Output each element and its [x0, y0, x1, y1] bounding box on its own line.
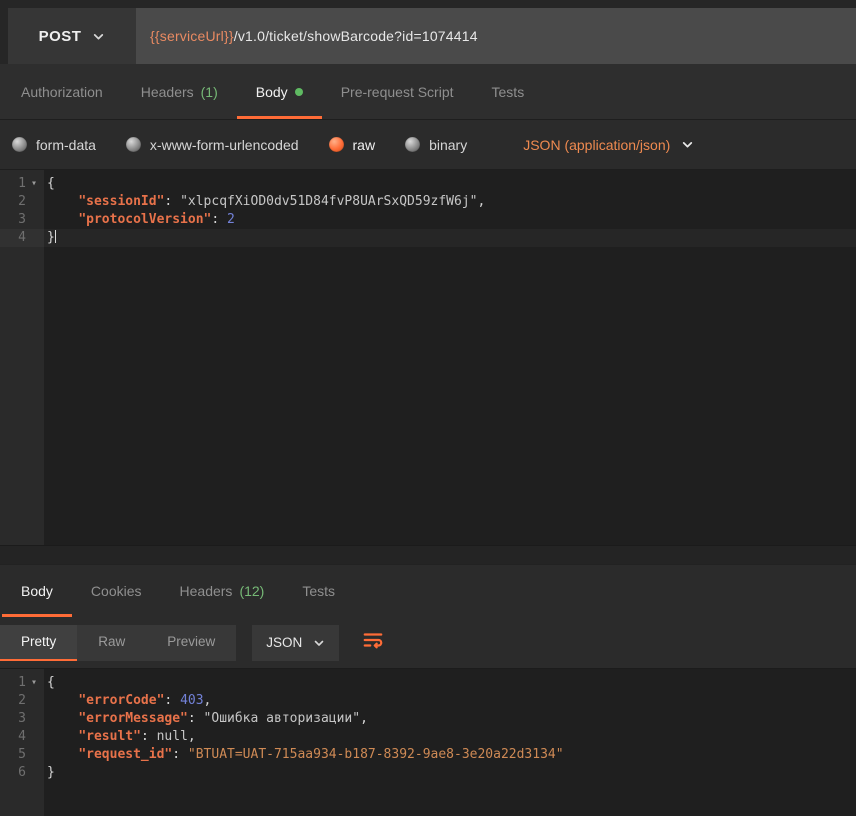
tab-label: Tests: [302, 583, 336, 599]
response-headers-count: (12): [239, 583, 265, 599]
response-tabs: Body Cookies Headers (12) Tests: [0, 565, 856, 617]
url-variable: {{serviceUrl}}: [150, 28, 234, 44]
tab-label: Cookies: [90, 583, 142, 599]
code-line: 1 ▾{: [0, 175, 856, 193]
body-mode-bar: form-data x-www-form-urlencoded raw bina…: [0, 120, 856, 170]
response-tab-body[interactable]: Body: [2, 565, 72, 617]
code-line: 6}: [0, 764, 856, 782]
tab-label: Body: [255, 83, 288, 100]
headers-count: (1): [200, 83, 218, 100]
mode-raw[interactable]: raw: [328, 136, 376, 153]
tab-tests[interactable]: Tests: [473, 64, 544, 119]
fold-arrow-icon[interactable]: ▾: [26, 674, 42, 692]
line-number: 6: [18, 765, 26, 780]
line-number: 1: [18, 675, 26, 690]
content-type-label: JSON (application/json): [523, 136, 671, 153]
line-number: 2: [18, 194, 26, 209]
code-line: 4 "result": null,: [0, 728, 856, 746]
tab-label: Tests: [491, 83, 525, 100]
code-line: 3 "errorMessage": "Ошибка авторизации",: [0, 710, 856, 728]
code-line: 1 ▾{: [0, 674, 856, 692]
pane-splitter[interactable]: [0, 545, 856, 565]
line-number: 4: [18, 230, 26, 245]
view-pretty[interactable]: Pretty: [0, 624, 78, 661]
tab-label: Authorization: [21, 83, 103, 100]
view-preview[interactable]: Preview: [146, 625, 236, 661]
body-present-dot: [294, 87, 303, 96]
code-line: 5 "request_id": "BTUAT=UAT-715aa934-b187…: [0, 746, 856, 764]
tab-pre-request-script[interactable]: Pre-request Script: [322, 64, 473, 119]
response-body-editor[interactable]: 1 ▾{2 "errorCode": 403, 3 "errorMessage": …: [0, 669, 856, 816]
response-tab-tests[interactable]: Tests: [283, 565, 354, 617]
code-line: 3 "protocolVersion": 2: [0, 211, 856, 229]
tab-label: Body: [21, 583, 53, 599]
chevron-down-icon: [681, 138, 694, 151]
method-label: POST: [38, 27, 82, 45]
mode-x-www-form-urlencoded[interactable]: x-www-form-urlencoded: [125, 136, 299, 153]
code-line: 4}: [0, 229, 856, 247]
code-line: 2 "errorCode": 403,: [0, 692, 856, 710]
response-format-select[interactable]: JSON: [252, 624, 340, 661]
format-label: JSON: [266, 635, 303, 650]
postman-window: POST {{serviceUrl}}/v1.0/ticket/showBarc…: [0, 0, 856, 816]
request-tabs: Authorization Headers (1) Body Pre-reque…: [0, 64, 856, 120]
line-number: 5: [18, 747, 26, 762]
radio-icon: [405, 137, 421, 152]
request-body-editor[interactable]: 1 ▾{2 "sessionId": "xlpcqfXiOD0dv51D84fvP…: [0, 170, 856, 545]
wrap-text-icon: [362, 629, 384, 656]
response-tab-cookies[interactable]: Cookies: [72, 565, 161, 617]
mode-binary[interactable]: binary: [405, 137, 467, 153]
tab-label: Headers: [179, 583, 233, 599]
mode-form-data[interactable]: form-data: [12, 137, 96, 153]
content-type-select[interactable]: JSON (application/json): [523, 137, 694, 153]
chevron-down-icon: [92, 30, 105, 43]
wrap-lines-button[interactable]: [355, 625, 391, 661]
line-number: 2: [18, 693, 26, 708]
mode-label: raw: [352, 136, 376, 153]
view-mode-switcher: Pretty Raw Preview: [0, 624, 237, 661]
url-path: /v1.0/ticket/showBarcode?id=1074414: [233, 28, 478, 44]
line-number: 4: [18, 729, 26, 744]
mode-label: form-data: [36, 136, 96, 153]
tab-label: Headers: [140, 83, 194, 100]
tab-authorization[interactable]: Authorization: [2, 64, 122, 119]
radio-icon: [125, 137, 141, 152]
line-number: 3: [18, 711, 26, 726]
chevron-down-icon: [313, 637, 325, 649]
request-url-bar: POST {{serviceUrl}}/v1.0/ticket/showBarc…: [0, 0, 856, 64]
tab-headers[interactable]: Headers (1): [122, 64, 237, 119]
url-input[interactable]: {{serviceUrl}}/v1.0/ticket/showBarcode?i…: [136, 8, 856, 64]
mode-label: x-www-form-urlencoded: [149, 136, 299, 153]
view-raw[interactable]: Raw: [77, 625, 146, 661]
tab-body[interactable]: Body: [236, 64, 322, 119]
view-label: Preview: [167, 634, 216, 649]
tab-label: Pre-request Script: [340, 83, 454, 100]
response-tab-headers[interactable]: Headers (12): [161, 565, 284, 617]
view-label: Pretty: [21, 634, 57, 649]
code-line: 2 "sessionId": "xlpcqfXiOD0dv51D84fvP8UA…: [0, 193, 856, 211]
view-label: Raw: [98, 634, 126, 649]
line-number: 3: [18, 212, 26, 227]
response-toolbar: Pretty Raw Preview JSON: [0, 617, 856, 669]
line-number: 1: [18, 176, 26, 191]
radio-icon: [328, 137, 344, 152]
radio-icon: [12, 137, 27, 152]
fold-arrow-icon[interactable]: ▾: [26, 175, 42, 193]
mode-label: binary: [429, 136, 468, 153]
method-select[interactable]: POST: [8, 8, 136, 64]
